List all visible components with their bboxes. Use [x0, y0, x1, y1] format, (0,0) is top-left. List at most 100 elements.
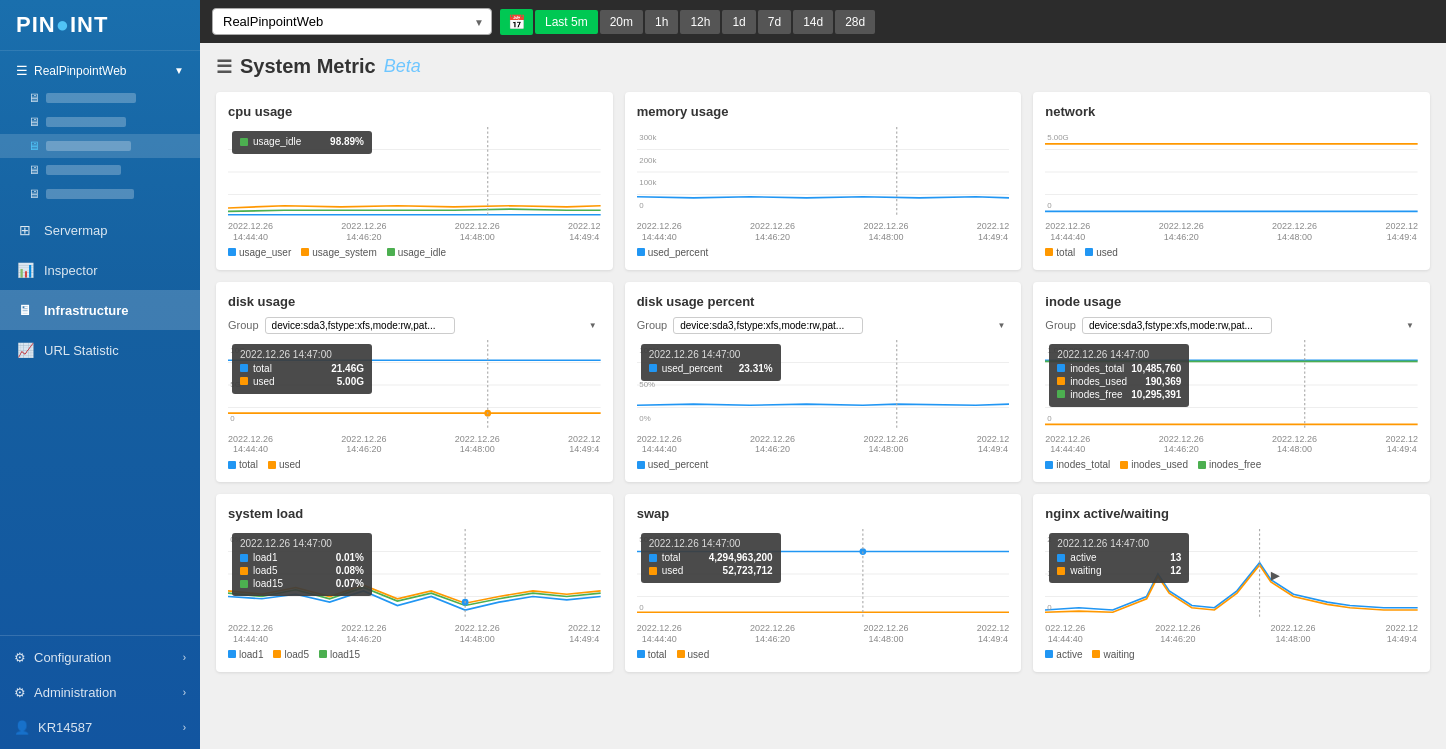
disk-group-select-wrap: device:sda3,fstype:xfs,mode:rw,pat... — [265, 317, 601, 334]
main-content: RealPinpointWeb 📅 Last 5m 20m 1h 12h 1d … — [200, 0, 1446, 749]
app-logo: PIN●INT — [0, 0, 200, 51]
app-tree-item[interactable]: 🖥 — [0, 158, 200, 182]
swap-tooltip: 2022.12.26 14:47:00 total 4,294,963,200 … — [641, 533, 781, 583]
time-btn-last5m[interactable]: Last 5m — [535, 10, 598, 34]
x-axis: 022.12.2614:44:40 2022.12.2614:46:20 202… — [1045, 623, 1418, 645]
sidebar-item-infrastructure[interactable]: 🖥 Infrastructure — [0, 290, 200, 330]
section-title: ☰ System Metric Beta — [216, 55, 1430, 78]
app-selector-wrap: RealPinpointWeb — [212, 8, 492, 35]
sidebar-item-administration[interactable]: ⚙ Administration › — [0, 675, 200, 710]
inode-group-select[interactable]: device:sda3,fstype:xfs,mode:rw,pat... — [1082, 317, 1272, 334]
cpu-tooltip: usage_idle 98.89% — [232, 131, 372, 154]
svg-text:0: 0 — [230, 414, 235, 423]
metric-title-swap: swap — [637, 506, 1010, 521]
inode-tooltip: 2022.12.26 14:47:00 inodes_total 10,485,… — [1049, 344, 1189, 407]
legend-inodes-free: inodes_free — [1198, 459, 1261, 470]
memory-chart: 300k 200k 100k 0 — [637, 127, 1010, 217]
app-tree-item[interactable]: 🖥 — [0, 110, 200, 134]
disk-percent-tooltip: 2022.12.26 14:47:00 used_percent 23.31% — [641, 344, 781, 381]
metric-card-disk-usage: disk usage Group device:sda3,fstype:xfs,… — [216, 282, 613, 483]
inode-group-row: Group device:sda3,fstype:xfs,mode:rw,pat… — [1045, 317, 1418, 334]
sidebar-item-user[interactable]: 👤 KR14587 › — [0, 710, 200, 745]
svg-text:0: 0 — [1048, 414, 1053, 423]
legend-waiting: waiting — [1092, 649, 1134, 660]
time-button-group: 📅 Last 5m 20m 1h 12h 1d 7d 14d 28d — [500, 9, 875, 35]
metrics-grid: cpu usage usage_idle 98.89% — [216, 92, 1430, 672]
app-tree-header[interactable]: ☰ RealPinpointWeb ▼ — [0, 55, 200, 86]
legend-active: active — [1045, 649, 1082, 660]
grid-icon: ☰ — [216, 56, 232, 78]
x-axis: 2022.12.2614:44:40 2022.12.2614:46:20 20… — [1045, 221, 1418, 243]
app-tree-item[interactable]: 🖥 — [0, 134, 200, 158]
chart-legend-network: total used — [1045, 247, 1418, 258]
sidebar-item-url-statistic[interactable]: 📈 URL Statistic — [0, 330, 200, 370]
servermap-icon: ⊞ — [16, 222, 34, 238]
disk-group-row: Group device:sda3,fstype:xfs,mode:rw,pat… — [228, 317, 601, 334]
svg-text:200k: 200k — [639, 156, 656, 165]
metric-title-system-load: system load — [228, 506, 601, 521]
disk-percent-group-row: Group device:sda3,fstype:xfs,mode:rw,pat… — [637, 317, 1010, 334]
svg-text:300k: 300k — [639, 134, 656, 143]
svg-text:0%: 0% — [639, 414, 650, 423]
sidebar-bottom: ⚙ Configuration › ⚙ Administration › 👤 K… — [0, 635, 200, 749]
disk-percent-group-select[interactable]: device:sda3,fstype:xfs,mode:rw,pat... — [673, 317, 863, 334]
legend-usage-user: usage_user — [228, 247, 291, 258]
config-chevron-icon: › — [183, 652, 186, 663]
legend-load15: load15 — [319, 649, 360, 660]
metric-title-nginx: nginx active/waiting — [1045, 506, 1418, 521]
sidebar-item-inspector[interactable]: 📊 Inspector — [0, 250, 200, 290]
metric-title-memory: memory usage — [637, 104, 1010, 119]
sidebar-item-servermap[interactable]: ⊞ Servermap — [0, 210, 200, 250]
infrastructure-icon: 🖥 — [16, 302, 34, 318]
x-axis: 2022.12.2614:44:40 2022.12.2614:46:20 20… — [228, 221, 601, 243]
nginx-tooltip: 2022.12.26 14:47:00 active 13 waiting 12 — [1049, 533, 1189, 583]
metric-card-swap: swap 2022.12.26 14:47:00 total 4,294,963… — [625, 494, 1022, 672]
sidebar-item-configuration[interactable]: ⚙ Configuration › — [0, 640, 200, 675]
chart-legend-cpu: usage_user usage_system usage_idle — [228, 247, 601, 258]
legend-total: total — [1045, 247, 1075, 258]
chart-legend-nginx: active waiting — [1045, 649, 1418, 660]
svg-text:0: 0 — [1048, 603, 1053, 612]
legend-total: total — [637, 649, 667, 660]
chart-legend-inode: inodes_total inodes_used inodes_free — [1045, 459, 1418, 470]
legend-total: total — [228, 459, 258, 470]
time-btn-1h[interactable]: 1h — [645, 10, 678, 34]
time-btn-20m[interactable]: 20m — [600, 10, 643, 34]
url-statistic-icon: 📈 — [16, 342, 34, 358]
sidebar-nav: ⊞ Servermap 📊 Inspector 🖥 Infrastructure… — [0, 210, 200, 635]
config-icon: ⚙ — [14, 650, 26, 665]
x-axis: 2022.12.2614:44:40 2022.12.2614:46:20 20… — [637, 623, 1010, 645]
x-axis: 2022.12.2614:44:40 2022.12.2614:46:20 20… — [637, 221, 1010, 243]
metric-title-network: network — [1045, 104, 1418, 119]
app-tree: ☰ RealPinpointWeb ▼ 🖥 🖥 🖥 🖥 — [0, 51, 200, 210]
chart-legend-memory: used_percent — [637, 247, 1010, 258]
disk-tooltip: 2022.12.26 14:47:00 total 21.46G used 5.… — [232, 344, 372, 394]
legend-load1: load1 — [228, 649, 263, 660]
legend-used: used — [677, 649, 710, 660]
legend-used: used — [268, 459, 301, 470]
legend-used-percent: used_percent — [637, 247, 709, 258]
legend-inodes-used: inodes_used — [1120, 459, 1188, 470]
time-btn-14d[interactable]: 14d — [793, 10, 833, 34]
legend-load5: load5 — [273, 649, 308, 660]
svg-text:0: 0 — [639, 603, 644, 612]
time-btn-12h[interactable]: 12h — [680, 10, 720, 34]
time-btn-28d[interactable]: 28d — [835, 10, 875, 34]
chart-legend-swap: total used — [637, 649, 1010, 660]
admin-icon: ⚙ — [14, 685, 26, 700]
app-selector[interactable]: RealPinpointWeb — [212, 8, 492, 35]
app-tree-item[interactable]: 🖥 — [0, 182, 200, 206]
disk-group-select[interactable]: device:sda3,fstype:xfs,mode:rw,pat... — [265, 317, 455, 334]
legend-inodes-total: inodes_total — [1045, 459, 1110, 470]
app-tree-title: RealPinpointWeb — [34, 64, 127, 78]
legend-usage-idle: usage_idle — [387, 247, 446, 258]
app-tree-item[interactable]: 🖥 — [0, 86, 200, 110]
svg-text:0: 0 — [1048, 201, 1053, 210]
time-btn-7d[interactable]: 7d — [758, 10, 791, 34]
legend-used-percent: used_percent — [637, 459, 709, 470]
svg-text:50%: 50% — [639, 380, 655, 389]
calendar-button[interactable]: 📅 — [500, 9, 533, 35]
metric-title-inode: inode usage — [1045, 294, 1418, 309]
time-btn-1d[interactable]: 1d — [722, 10, 755, 34]
svg-marker-58 — [1271, 572, 1280, 581]
